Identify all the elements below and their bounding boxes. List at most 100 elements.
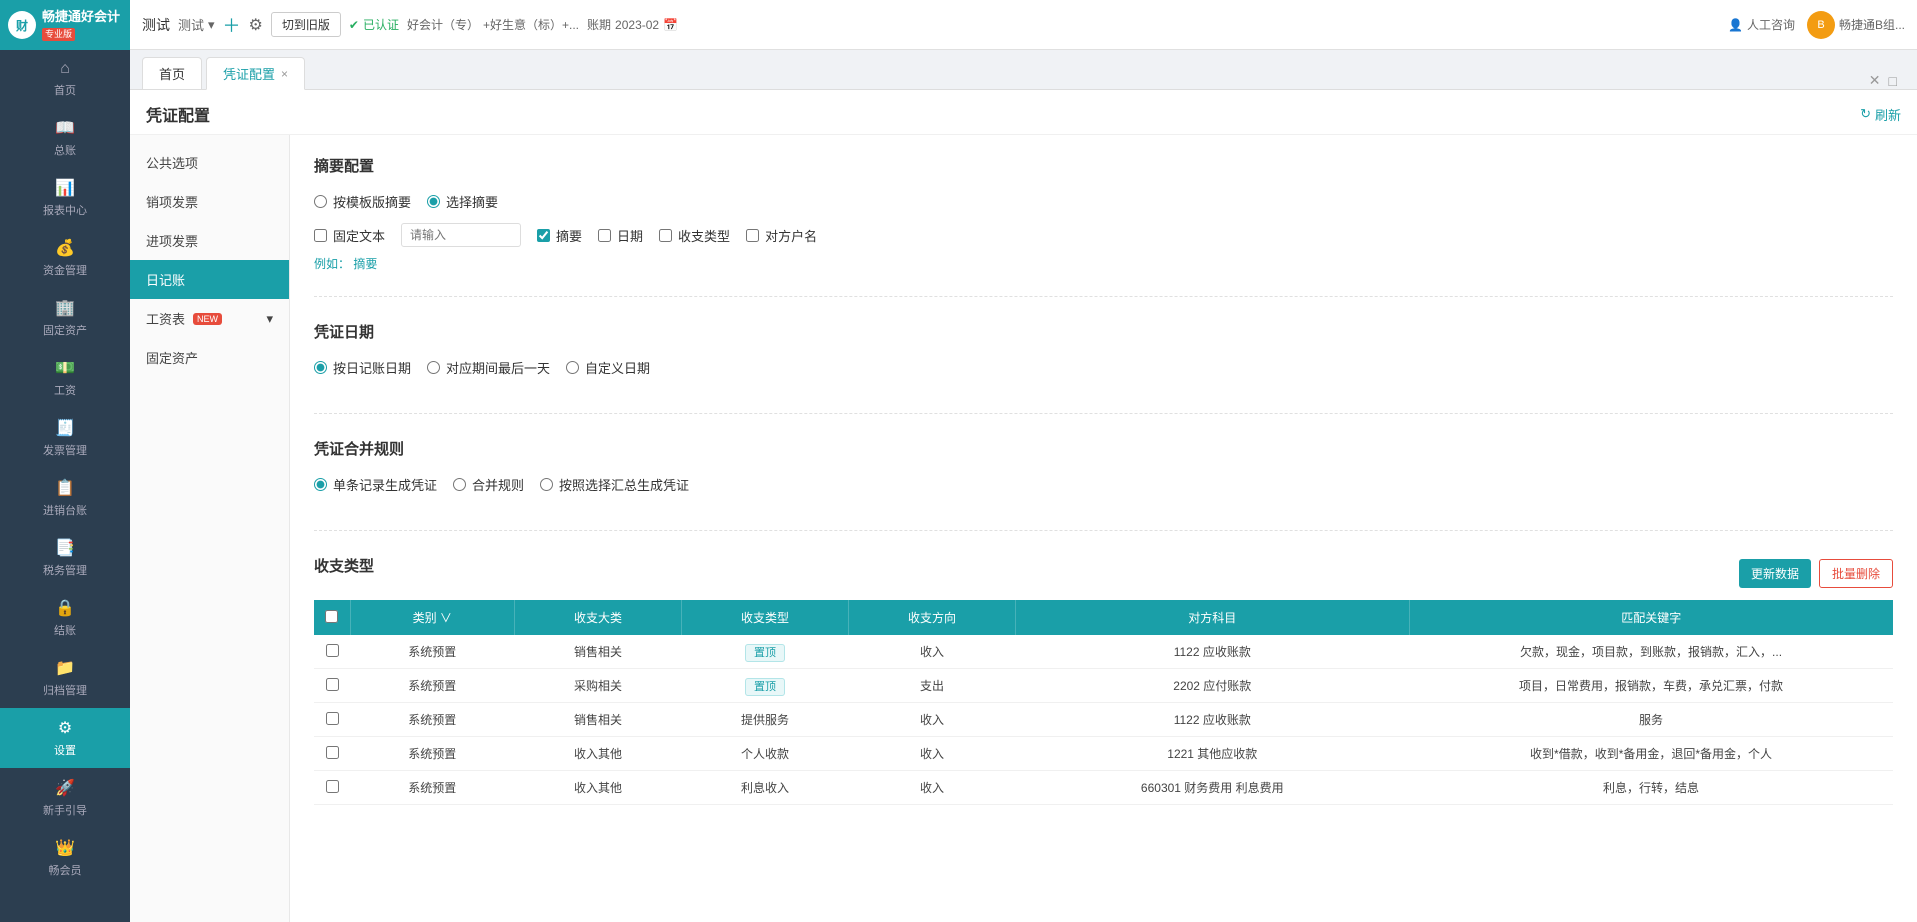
topbar-add-icon[interactable]: ＋ bbox=[223, 12, 241, 38]
refresh-button[interactable]: ↻ 刷新 bbox=[1860, 105, 1901, 124]
update-data-button[interactable]: 更新数据 bbox=[1739, 559, 1811, 588]
row-category: 系统预置 bbox=[350, 635, 515, 669]
close-icon: 🔒 bbox=[55, 598, 75, 618]
checkbox-type[interactable]: 收支类型 bbox=[659, 226, 730, 245]
row-account: 1122 应收账款 bbox=[1015, 635, 1409, 669]
funds-icon: 💰 bbox=[55, 238, 75, 258]
row-checkbox-3[interactable] bbox=[326, 746, 339, 759]
sidebar-item-home[interactable]: ⌂首页 bbox=[0, 50, 130, 108]
row-direction: 收入 bbox=[848, 737, 1015, 771]
radio-single-input[interactable] bbox=[314, 478, 327, 491]
radio-single[interactable]: 单条记录生成凭证 bbox=[314, 475, 437, 494]
income-table: 类别 ∨ 收支大类 收支类型 收支方向 对方科目 匹配关键字 bbox=[314, 600, 1893, 805]
topbar-gear-icon[interactable]: ⚙ bbox=[249, 15, 263, 35]
select-all-checkbox[interactable] bbox=[325, 610, 338, 623]
radio-custom-date[interactable]: 自定义日期 bbox=[566, 358, 650, 377]
row-checkbox-2[interactable] bbox=[326, 712, 339, 725]
sidebar-item-archive[interactable]: 📁归档管理 bbox=[0, 648, 130, 708]
radio-period-last-input[interactable] bbox=[427, 361, 440, 374]
radio-merge-rule[interactable]: 合并规则 bbox=[453, 475, 524, 494]
merge-section-title: 凭证合并规则 bbox=[314, 438, 1893, 459]
checkbox-date[interactable]: 日期 bbox=[598, 226, 643, 245]
row-checkbox-0[interactable] bbox=[326, 644, 339, 657]
certified-icon: ✔ bbox=[349, 18, 359, 32]
radio-select[interactable]: 选择摘要 bbox=[427, 192, 498, 211]
switch-version-button[interactable]: 切到旧版 bbox=[271, 12, 341, 37]
th-category[interactable]: 类别 ∨ bbox=[350, 600, 515, 635]
row-category: 系统预置 bbox=[350, 703, 515, 737]
checkbox-type-input[interactable] bbox=[659, 229, 672, 242]
left-nav-item-purchase-invoice[interactable]: 进项发票 bbox=[130, 221, 289, 260]
left-nav-item-sales-invoice[interactable]: 销项发票 bbox=[130, 182, 289, 221]
two-column-layout: 公共选项 销项发票 进项发票 日记账 工资表 NEW ▾ bbox=[130, 135, 1917, 922]
tab-close-icon[interactable]: × bbox=[281, 67, 288, 81]
home-icon: ⌂ bbox=[60, 60, 70, 78]
tag-top-0[interactable]: 置顶 bbox=[745, 644, 785, 662]
radio-journal-date[interactable]: 按日记账日期 bbox=[314, 358, 411, 377]
checkbox-counterparty[interactable]: 对方户名 bbox=[746, 226, 817, 245]
topbar-status: ✔ 已认证 bbox=[349, 16, 399, 33]
example-text: 例如： 摘要 bbox=[314, 255, 1893, 272]
row-major-type: 收入其他 bbox=[515, 737, 682, 771]
checkbox-summary-input[interactable] bbox=[537, 229, 550, 242]
left-nav-item-fixed-assets[interactable]: 固定资产 bbox=[130, 338, 289, 377]
topbar: 测试 测试 ▾ ＋ ⚙ 切到旧版 ✔ 已认证 好会计（专） +好生意（标）+..… bbox=[130, 0, 1917, 50]
fixed-text-input[interactable] bbox=[401, 223, 521, 247]
topbar-dropdown[interactable]: 测试 ▾ bbox=[178, 15, 215, 34]
radio-custom-date-input[interactable] bbox=[566, 361, 579, 374]
calendar-icon[interactable]: 📅 bbox=[663, 18, 678, 32]
sidebar-item-payroll[interactable]: 💵工资 bbox=[0, 348, 130, 408]
sidebar-item-tax[interactable]: 📑税务管理 bbox=[0, 528, 130, 588]
row-major-type: 收入其他 bbox=[515, 771, 682, 805]
tab-voucher-config[interactable]: 凭证配置 × bbox=[206, 57, 305, 90]
checkbox-fixed-text-input[interactable] bbox=[314, 229, 327, 242]
radio-select-summary[interactable]: 按照选择汇总生成凭证 bbox=[540, 475, 689, 494]
radio-template-input[interactable] bbox=[314, 195, 327, 208]
sidebar-item-member[interactable]: 👑畅会员 bbox=[0, 828, 130, 888]
sidebar-item-report[interactable]: 📊报表中心 bbox=[0, 168, 130, 228]
human-service-button[interactable]: 👤 人工咨询 bbox=[1728, 16, 1795, 33]
sidebar-item-guide[interactable]: 🚀新手引导 bbox=[0, 768, 130, 828]
date-section-title: 凭证日期 bbox=[314, 321, 1893, 342]
window-close-button[interactable]: ✕ bbox=[1869, 72, 1881, 89]
row-account: 660301 财务费用 利息费用 bbox=[1015, 771, 1409, 805]
date-section: 凭证日期 按日记账日期 对应期间最后一天 bbox=[314, 321, 1893, 414]
tab-voucher-config-label: 凭证配置 bbox=[223, 64, 275, 83]
sidebar-item-funds[interactable]: 💰资金管理 bbox=[0, 228, 130, 288]
checkbox-fixed-text[interactable]: 固定文本 bbox=[314, 226, 385, 245]
radio-template[interactable]: 按模板版摘要 bbox=[314, 192, 411, 211]
user-menu[interactable]: B 畅捷通B组... bbox=[1807, 11, 1905, 39]
row-account: 1122 应收账款 bbox=[1015, 703, 1409, 737]
row-category: 系统预置 bbox=[350, 737, 515, 771]
row-checkbox-4[interactable] bbox=[326, 780, 339, 793]
left-nav-item-public[interactable]: 公共选项 bbox=[130, 143, 289, 182]
row-checkbox-cell bbox=[314, 635, 350, 669]
summary-section: 摘要配置 按模板版摘要 选择摘要 bbox=[314, 155, 1893, 297]
sidebar-item-assets[interactable]: 🏢固定资产 bbox=[0, 288, 130, 348]
sidebar-item-close[interactable]: 🔒结账 bbox=[0, 588, 130, 648]
left-nav-item-payroll-table[interactable]: 工资表 NEW ▾ bbox=[130, 299, 289, 338]
window-maximize-button[interactable]: □ bbox=[1889, 73, 1897, 89]
tab-home[interactable]: 首页 bbox=[142, 57, 202, 89]
summary-checkbox-row: 固定文本 摘要 日期 bbox=[314, 223, 1893, 247]
sidebar-item-settings[interactable]: ⚙设置 bbox=[0, 708, 130, 768]
new-badge: NEW bbox=[193, 313, 222, 325]
checkbox-summary[interactable]: 摘要 bbox=[537, 226, 582, 245]
sidebar-item-purchase[interactable]: 📋进销台账 bbox=[0, 468, 130, 528]
checkbox-counterparty-input[interactable] bbox=[746, 229, 759, 242]
row-checkbox-1[interactable] bbox=[326, 678, 339, 691]
radio-select-summary-input[interactable] bbox=[540, 478, 553, 491]
radio-journal-date-input[interactable] bbox=[314, 361, 327, 374]
sidebar-item-ledger[interactable]: 📖总账 bbox=[0, 108, 130, 168]
radio-select-input[interactable] bbox=[427, 195, 440, 208]
radio-merge-rule-input[interactable] bbox=[453, 478, 466, 491]
sidebar-item-invoice[interactable]: 🧾发票管理 bbox=[0, 408, 130, 468]
tabbar: 首页 凭证配置 × ✕ □ bbox=[130, 50, 1917, 90]
row-direction: 收入 bbox=[848, 635, 1015, 669]
batch-delete-button[interactable]: 批量删除 bbox=[1819, 559, 1893, 588]
radio-period-last[interactable]: 对应期间最后一天 bbox=[427, 358, 550, 377]
checkbox-date-input[interactable] bbox=[598, 229, 611, 242]
table-row: 系统预置 销售相关 置顶 收入 1122 应收账款 欠款，现金，项目款，到账款，… bbox=[314, 635, 1893, 669]
left-nav-item-journal[interactable]: 日记账 bbox=[130, 260, 289, 299]
tag-top-1[interactable]: 置顶 bbox=[745, 678, 785, 696]
